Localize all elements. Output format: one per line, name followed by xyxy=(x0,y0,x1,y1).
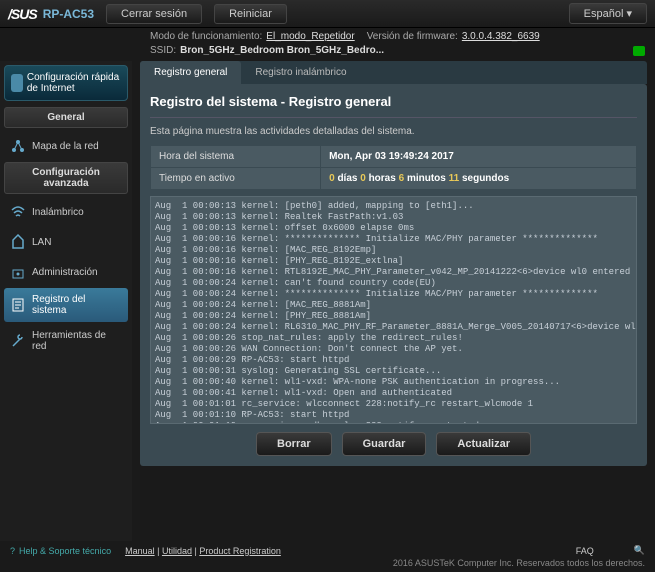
mode-label: Modo de funcionamiento: xyxy=(150,31,262,42)
sidebar-label: Herramientas de red xyxy=(32,330,122,352)
utility-link[interactable]: Utilidad xyxy=(162,546,192,556)
help-link[interactable]: Help & Soporte técnico xyxy=(19,546,111,556)
uptime-label: Tiempo en activo xyxy=(151,168,321,190)
help-icon: ? xyxy=(10,546,15,556)
section-general: General xyxy=(4,107,128,128)
sidebar-item-network-tools[interactable]: Herramientas de red xyxy=(4,324,128,358)
log-textarea[interactable]: Aug 1 00:00:13 kernel: [peth0] added, ma… xyxy=(150,196,637,424)
brand-logo: /SUS xyxy=(8,6,37,22)
ssid-value: Bron_5GHz_Bedroom Bron_5GHz_Bedro... xyxy=(180,45,384,56)
uptime-value: 0 días 0 horas 6 minutos 11 segundos xyxy=(321,168,637,190)
mode-value[interactable]: El_modo_Repetidor xyxy=(266,31,354,42)
language-label: Español xyxy=(584,8,624,20)
admin-icon xyxy=(10,264,26,280)
panel: Registro del sistema - Registro general … xyxy=(140,84,647,466)
footer-links: Manual | Utilidad | Product Registration xyxy=(125,546,281,556)
sidebar-label: Registro del sistema xyxy=(32,294,122,316)
table-row: Hora del sistema Mon, Apr 03 19:49:24 20… xyxy=(151,146,637,168)
sidebar-label: LAN xyxy=(32,237,51,248)
lan-icon xyxy=(10,234,26,250)
action-bar: Borrar Guardar Actualizar xyxy=(150,424,637,456)
tab-general-log[interactable]: Registro general xyxy=(140,61,241,84)
faq-link[interactable]: FAQ xyxy=(576,546,594,556)
tab-bar: Registro general Registro inalámbrico xyxy=(140,61,647,84)
refresh-button[interactable]: Actualizar xyxy=(436,432,531,456)
panel-desc: Esta página muestra las actividades deta… xyxy=(150,118,637,145)
sidebar: Configuración rápida de Internet General… xyxy=(0,61,132,541)
save-button[interactable]: Guardar xyxy=(342,432,427,456)
tab-wireless-log[interactable]: Registro inalámbrico xyxy=(241,61,360,84)
sidebar-label: Administración xyxy=(32,267,98,278)
panel-title: Registro del sistema - Registro general xyxy=(150,94,637,118)
status-icon[interactable] xyxy=(633,46,645,56)
log-icon xyxy=(10,297,26,313)
qis-label: Configuración rápida de Internet xyxy=(27,72,121,94)
clear-button[interactable]: Borrar xyxy=(256,432,332,456)
ssid-label: SSID: xyxy=(150,45,176,56)
sidebar-item-lan[interactable]: LAN xyxy=(4,228,128,256)
info-table: Hora del sistema Mon, Apr 03 19:49:24 20… xyxy=(150,145,637,190)
wireless-icon xyxy=(10,204,26,220)
sidebar-item-system-log[interactable]: Registro del sistema xyxy=(4,288,128,322)
prodreg-link[interactable]: Product Registration xyxy=(199,546,281,556)
quick-internet-setup[interactable]: Configuración rápida de Internet xyxy=(4,65,128,101)
sidebar-label: Mapa de la red xyxy=(32,141,99,152)
manual-link[interactable]: Manual xyxy=(125,546,155,556)
sidebar-item-admin[interactable]: Administración xyxy=(4,258,128,286)
copyright: 2016 ASUSTeK Computer Inc. Reservados to… xyxy=(10,558,645,568)
fw-label: Versión de firmware: xyxy=(367,31,458,42)
table-row: Tiempo en activo 0 días 0 horas 6 minuto… xyxy=(151,168,637,190)
reboot-button[interactable]: Reiniciar xyxy=(214,4,287,24)
section-advanced: Configuración avanzada xyxy=(4,162,128,194)
info-line-2: SSID: Bron_5GHz_Bedroom Bron_5GHz_Bedro.… xyxy=(0,45,655,61)
fw-value[interactable]: 3.0.0.4.382_6639 xyxy=(462,31,540,42)
tools-icon xyxy=(10,333,26,349)
qis-icon xyxy=(11,74,23,92)
top-bar: /SUS RP-AC53 Cerrar sesión Reiniciar Esp… xyxy=(0,0,655,28)
systime-label: Hora del sistema xyxy=(151,146,321,168)
network-map-icon xyxy=(10,138,26,154)
language-select[interactable]: Español ▾ xyxy=(569,3,647,24)
info-line-1: Modo de funcionamiento: El_modo_Repetido… xyxy=(0,28,655,45)
sidebar-item-network-map[interactable]: Mapa de la red xyxy=(4,132,128,160)
main-content: Registro general Registro inalámbrico Re… xyxy=(132,61,655,541)
systime-value: Mon, Apr 03 19:49:24 2017 xyxy=(321,146,637,168)
sidebar-label: Inalámbrico xyxy=(32,207,84,218)
search-icon[interactable]: 🔍 xyxy=(634,545,645,556)
footer: ? Help & Soporte técnico Manual | Utilid… xyxy=(0,541,655,572)
logout-button[interactable]: Cerrar sesión xyxy=(106,4,202,24)
sidebar-item-wireless[interactable]: Inalámbrico xyxy=(4,198,128,226)
model-name: RP-AC53 xyxy=(43,7,94,21)
